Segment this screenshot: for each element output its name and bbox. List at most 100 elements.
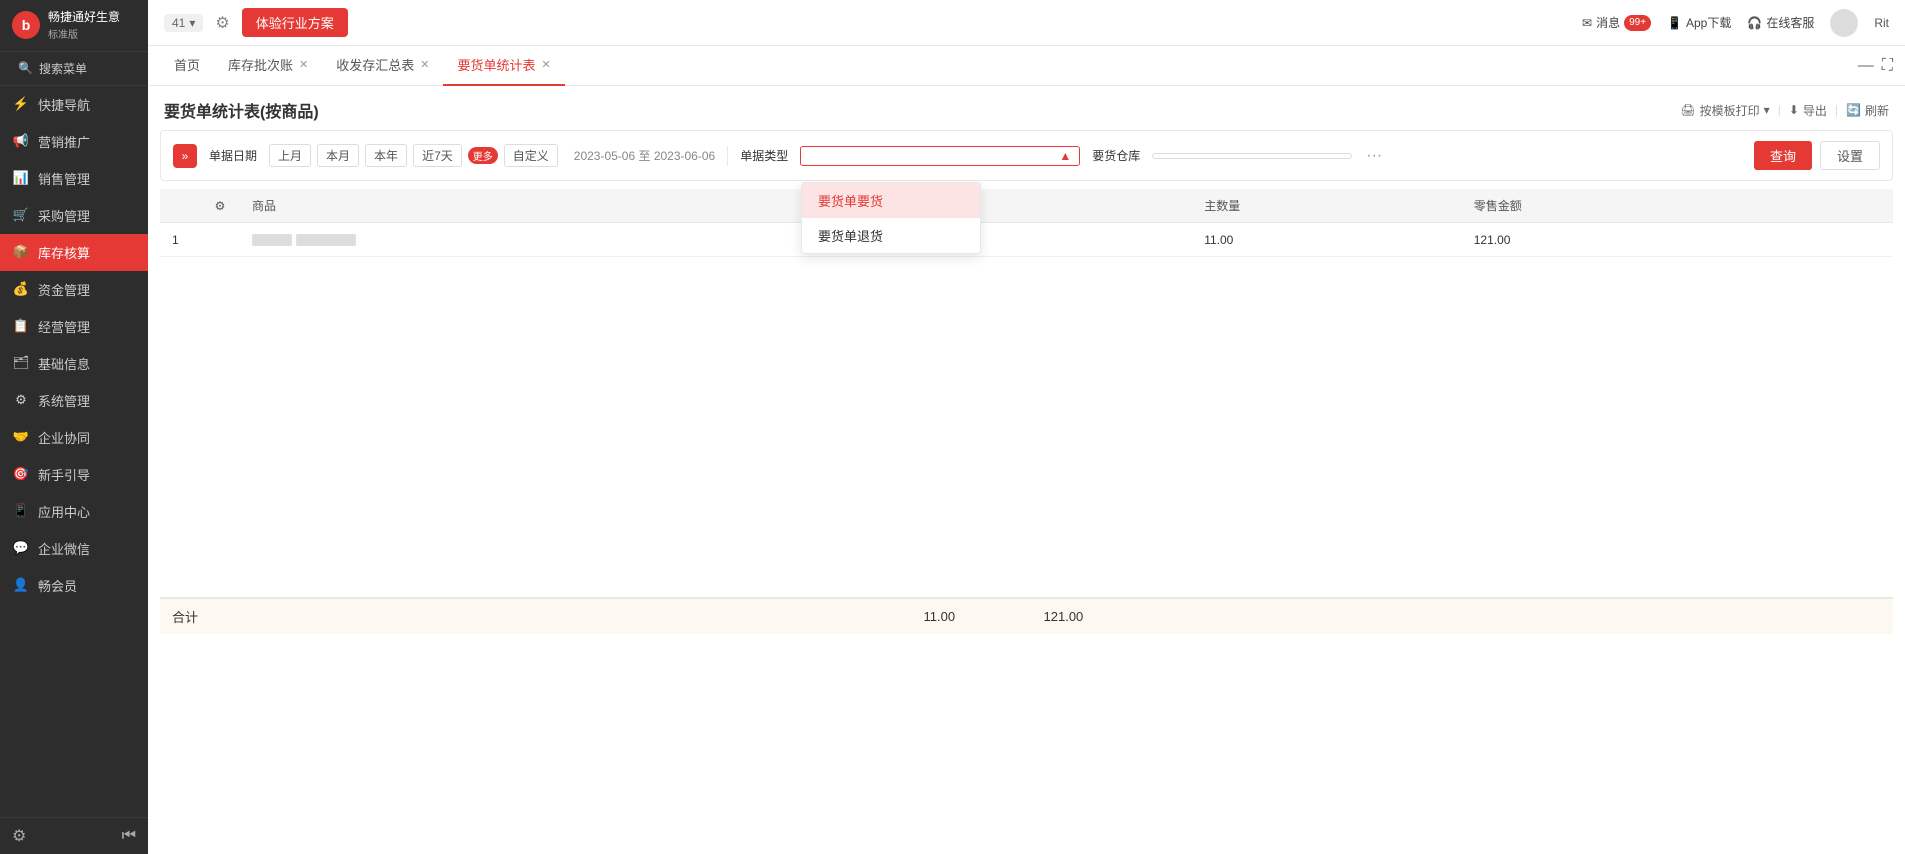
sidebar: b 畅捷通好生意 标准版 🔍 搜索菜单 ⚡ 快捷导航 📢 营销推广 📊 销售管理… xyxy=(0,0,148,854)
sidebar-item-enterprise[interactable]: 🤝 企业协同 xyxy=(0,419,148,456)
data-table-container: ⚙ 商品 主计量单位 主数量 零售金额 1 xyxy=(160,189,1893,257)
type-chevron-icon[interactable]: ▲ xyxy=(1059,149,1071,163)
date-this-year-btn[interactable]: 本年 xyxy=(365,144,407,167)
product-placeholder xyxy=(252,234,803,246)
sidebar-item-wechat[interactable]: 💬 企业微信 xyxy=(0,530,148,567)
user-avatar[interactable] xyxy=(1830,9,1858,37)
sidebar-item-beginner[interactable]: 🎯 新手引导 xyxy=(0,456,148,493)
filter-expand-btn[interactable]: » xyxy=(173,144,197,168)
print-btn[interactable]: 🖨 按模板打印 ▾ xyxy=(1680,102,1769,119)
sales-icon: 📊 xyxy=(12,169,30,187)
export-label: 导出 xyxy=(1803,102,1827,119)
filter-actions: 查询 设置 xyxy=(1754,141,1880,170)
tab-collection-summary-close[interactable]: ✕ xyxy=(420,58,429,71)
sidebar-item-label: 采购管理 xyxy=(38,206,90,225)
marketing-icon: 📢 xyxy=(12,132,30,150)
sidebar-item-label: 新手引导 xyxy=(38,465,90,484)
type-input[interactable] xyxy=(809,149,1055,163)
trial-btn[interactable]: 体验行业方案 xyxy=(242,8,348,37)
warehouse-input[interactable] xyxy=(1152,153,1352,159)
filter-more-icon[interactable]: ··· xyxy=(1366,147,1382,165)
sidebar-item-operations[interactable]: 📋 经营管理 xyxy=(0,308,148,345)
sidebar-item-label: 基础信息 xyxy=(38,354,90,373)
tab-collection-summary[interactable]: 收发存汇总表 ✕ xyxy=(322,46,443,86)
tab-order-stats[interactable]: 要货单统计表 ✕ xyxy=(443,46,564,86)
dropdown-item-label: 要货单要货 xyxy=(818,194,883,209)
settings-btn[interactable]: 设置 xyxy=(1820,141,1880,170)
tab-maximize-btn[interactable]: ⛶ xyxy=(1882,57,1893,75)
date-this-month-btn[interactable]: 本月 xyxy=(317,144,359,167)
beginner-icon: 🎯 xyxy=(12,465,30,483)
footer-amount: 121.00 xyxy=(1044,609,1164,624)
export-btn[interactable]: ⬇ 导出 xyxy=(1789,102,1827,119)
date-more-badge[interactable]: 更多 xyxy=(468,147,498,164)
sidebar-logo: b 畅捷通好生意 标准版 xyxy=(0,0,148,52)
page-actions: 🖨 按模板打印 ▾ | ⬇ 导出 | 🔄 刷新 xyxy=(1680,102,1889,119)
col-quantity-header: 主数量 xyxy=(1192,189,1462,223)
main-content: 41 ▾ ⚙ 体验行业方案 ✉ 消息 99+ 📱 App下载 🎧 在线客服 Ri… xyxy=(148,0,1905,854)
sidebar-bottom: ⚙ ⏮ xyxy=(0,817,148,854)
settings-icon[interactable]: ⚙ xyxy=(12,826,26,846)
message-icon: ✉ xyxy=(1582,16,1592,30)
app-name: 畅捷通好生意 xyxy=(48,10,120,26)
version-chevron-icon: ▾ xyxy=(189,16,195,30)
members-icon: 👤 xyxy=(12,576,30,594)
table-settings-icon[interactable]: ⚙ xyxy=(215,199,226,213)
online-service-btn[interactable]: 🎧 在线客服 xyxy=(1747,14,1814,31)
cell-amount: 121.00 xyxy=(1462,223,1785,257)
filter-separator xyxy=(727,146,728,166)
action-divider2: | xyxy=(1835,103,1838,117)
refresh-btn[interactable]: 🔄 刷新 xyxy=(1846,102,1889,119)
type-dropdown: 要货单要货 要货单退货 xyxy=(801,182,981,254)
tab-inventory-batch[interactable]: 库存批次账 ✕ xyxy=(214,46,322,86)
messages-btn[interactable]: ✉ 消息 99+ xyxy=(1582,14,1651,31)
sidebar-item-app-center[interactable]: 📱 应用中心 xyxy=(0,493,148,530)
sidebar-item-members[interactable]: 👤 畅会员 xyxy=(0,567,148,604)
col-settings-header[interactable]: ⚙ xyxy=(200,189,240,223)
type-input-wrapper[interactable]: ▲ xyxy=(800,146,1080,166)
page-title: 要货单统计表(按商品) xyxy=(164,98,319,122)
date-last-7-days-btn[interactable]: 近7天 xyxy=(413,144,462,167)
table-row: 1 块 11.00 121.00 xyxy=(160,223,1893,257)
product-bar-2 xyxy=(296,234,356,246)
service-icon: 🎧 xyxy=(1747,16,1762,30)
system-icon: ⚙ xyxy=(12,391,30,409)
tab-minimize-btn[interactable]: — xyxy=(1858,57,1874,75)
sidebar-item-system[interactable]: ⚙ 系统管理 xyxy=(0,382,148,419)
page-header: 要货单统计表(按商品) 🖨 按模板打印 ▾ | ⬇ 导出 | 🔄 刷新 xyxy=(148,86,1905,130)
footer-quantity: 11.00 xyxy=(924,609,1044,624)
sidebar-item-inventory[interactable]: 📦 库存核算 xyxy=(0,234,148,271)
sidebar-item-purchase[interactable]: 🛒 采购管理 xyxy=(0,197,148,234)
online-service-label: 在线客服 xyxy=(1766,14,1814,31)
sidebar-item-quick-nav[interactable]: ⚡ 快捷导航 xyxy=(0,86,148,123)
date-custom-btn[interactable]: 自定义 xyxy=(504,144,558,167)
sidebar-item-label: 资金管理 xyxy=(38,280,90,299)
col-index-header xyxy=(160,189,200,223)
topbar-settings-icon[interactable]: ⚙ xyxy=(215,13,229,33)
sidebar-item-marketing[interactable]: 📢 营销推广 xyxy=(0,123,148,160)
wechat-icon: 💬 xyxy=(12,539,30,557)
refresh-label: 刷新 xyxy=(1865,102,1889,119)
page-content: 要货单统计表(按商品) 🖨 按模板打印 ▾ | ⬇ 导出 | 🔄 刷新 xyxy=(148,86,1905,854)
sidebar-search[interactable]: 🔍 搜索菜单 xyxy=(0,52,148,86)
type-label: 单据类型 xyxy=(740,147,788,164)
tab-inventory-batch-close[interactable]: ✕ xyxy=(299,58,308,71)
app-download-btn[interactable]: 📱 App下载 xyxy=(1667,14,1731,31)
collapse-icon[interactable]: ⏮ xyxy=(122,827,136,845)
sidebar-item-label: 库存核算 xyxy=(38,243,90,262)
sidebar-item-sales[interactable]: 📊 销售管理 xyxy=(0,160,148,197)
dropdown-item-order-goods[interactable]: 要货单要货 xyxy=(802,183,980,218)
filter-bar: » 单据日期 上月 本月 本年 近7天 更多 自定义 2023-05-06 至 … xyxy=(160,130,1893,181)
dropdown-item-label: 要货单退货 xyxy=(818,229,883,244)
date-last-month-btn[interactable]: 上月 xyxy=(269,144,311,167)
version-selector[interactable]: 41 ▾ xyxy=(164,14,203,32)
tab-home[interactable]: 首页 xyxy=(160,46,214,86)
query-btn[interactable]: 查询 xyxy=(1754,141,1812,170)
tab-order-stats-close[interactable]: ✕ xyxy=(542,58,551,71)
topbar-right: ✉ 消息 99+ 📱 App下载 🎧 在线客服 Rit xyxy=(1582,9,1889,37)
sidebar-item-basic-info[interactable]: 🗂 基础信息 xyxy=(0,345,148,382)
dropdown-item-order-return[interactable]: 要货单退货 xyxy=(802,218,980,253)
sidebar-item-finance[interactable]: 💰 资金管理 xyxy=(0,271,148,308)
user-name: Rit xyxy=(1874,16,1889,30)
download-icon: 📱 xyxy=(1667,16,1682,30)
